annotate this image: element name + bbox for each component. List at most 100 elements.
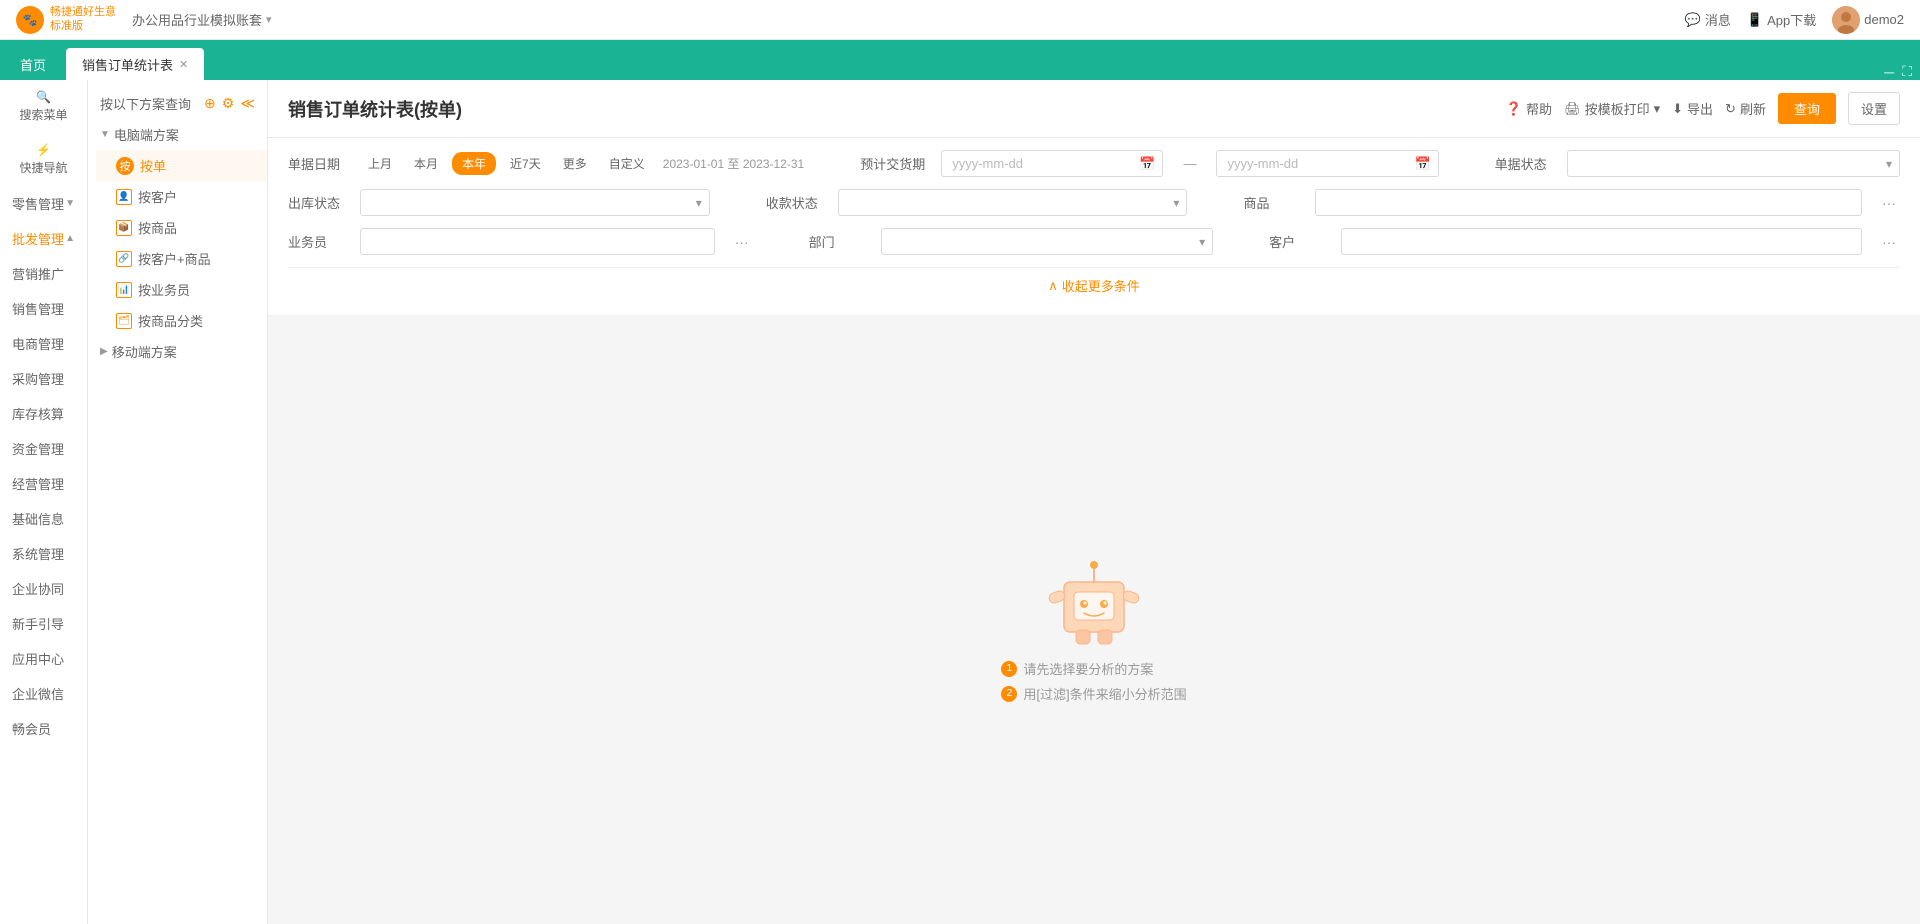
tab-bar: 首页 销售订单统计表 ✕ ─ ⛶	[0, 40, 1920, 80]
tree-item-by-customer[interactable]: 👤 按客户	[96, 181, 267, 212]
main-layout: 🔍 搜索菜单 ⚡ 快捷导航 零售管理 批发管理 营销推广 销售管理 电商管理 采…	[0, 80, 1920, 924]
date-btn-last7[interactable]: 近7天	[502, 152, 549, 175]
dept-select[interactable]	[881, 228, 1214, 255]
tree-mobile-section[interactable]: ▶ 移动端方案	[88, 336, 267, 367]
page-title: 销售订单统计表(按单)	[288, 96, 462, 134]
date-btn-last-month[interactable]: 上月	[360, 152, 400, 175]
breadcrumb-area: 办公用品行业模拟账套 ▾	[132, 10, 272, 29]
goods-more-icon[interactable]: ···	[1878, 195, 1900, 211]
empty-illustration	[1034, 537, 1154, 647]
hint-num-2: 2	[1001, 686, 1017, 702]
tree-pc-section[interactable]: ▼ 电脑端方案	[88, 119, 267, 150]
sidebar-item-purchase[interactable]: 采购管理	[0, 361, 87, 396]
ship-status-label: 出库状态	[288, 193, 344, 212]
left-panel: 按以下方案查询 ⊕ ⚙ ≪ ▼ 电脑端方案 按 按单 👤 按客户	[88, 80, 268, 924]
tab-close-icon[interactable]: ✕	[179, 58, 188, 71]
customer-input[interactable]	[1341, 228, 1862, 255]
top-bar: 🐾 畅捷通好生意 标准版 办公用品行业模拟账套 ▾ 💬 消息 📱 App下载 d…	[0, 0, 1920, 40]
tree-item-icon-cust-goods: 🔗	[116, 251, 132, 267]
quick-nav-icon: ⚡	[36, 143, 51, 157]
tab-maximize-btn[interactable]: ⛶	[1902, 63, 1912, 80]
tab-right-controls: ─ ⛶	[1884, 63, 1920, 80]
collapse-filter-btn[interactable]: ∧ 收起更多条件	[288, 267, 1900, 303]
sidebar-item-basic[interactable]: 基础信息	[0, 501, 87, 536]
sidebar-item-apps[interactable]: 应用中心	[0, 641, 87, 676]
receipt-status-select[interactable]	[838, 189, 1188, 216]
settings-scheme-icon[interactable]: ⚙	[222, 95, 235, 112]
app-download-btn[interactable]: 📱 App下载	[1747, 10, 1816, 29]
tree-item-by-salesperson[interactable]: 📊 按业务员	[96, 274, 267, 305]
sidebar-item-wechat[interactable]: 企业微信	[0, 676, 87, 711]
help-btn[interactable]: ❓ 帮助	[1506, 99, 1552, 118]
query-btn[interactable]: 查询	[1778, 93, 1836, 124]
dept-label: 部门	[809, 232, 865, 251]
logo-text: 畅捷通好生意 标准版	[50, 6, 116, 32]
logo-icon: 🐾	[16, 6, 44, 34]
dept-select-wrap	[881, 228, 1214, 255]
left-panel-actions: ⊕ ⚙ ≪	[204, 95, 255, 112]
tree-item-by-cust-goods[interactable]: 🔗 按客户+商品	[96, 243, 267, 274]
forecast-date-start[interactable]	[941, 150, 1163, 177]
tab-minimize-btn[interactable]: ─	[1884, 64, 1894, 80]
message-icon: 💬	[1685, 12, 1701, 28]
ship-status-select[interactable]	[360, 189, 710, 216]
filter-row-2: 出库状态 收款状态 商品 ···	[288, 189, 1900, 216]
goods-input[interactable]	[1315, 189, 1862, 216]
tree-item-by-goods-cat[interactable]: 🗂 按商品分类	[96, 305, 267, 336]
user-area[interactable]: demo2	[1832, 6, 1904, 34]
receipt-status-label: 收款状态	[766, 193, 822, 212]
export-icon: ⬇	[1672, 101, 1683, 117]
message-btn[interactable]: 💬 消息	[1685, 10, 1731, 29]
filter-panel: 单据日期 上月 本月 本年 近7天 更多 自定义 2023-01-01 至 20…	[268, 138, 1920, 316]
print-icon: 🖨	[1564, 101, 1581, 117]
date-btn-custom[interactable]: 自定义	[601, 152, 653, 175]
page-header-actions: ❓ 帮助 🖨 按模板打印 ▾ ⬇ 导出 ↻ 刷新	[1506, 92, 1900, 137]
receipt-status-select-wrap	[838, 189, 1188, 216]
search-icon: 🔍	[36, 90, 51, 104]
sidebar-item-newbie[interactable]: 新手引导	[0, 606, 87, 641]
sidebar-item-wholesale[interactable]: 批发管理	[0, 221, 87, 256]
tree-item-by-goods[interactable]: 📦 按商品	[96, 212, 267, 243]
help-icon: ❓	[1506, 101, 1522, 117]
date-btn-this-month[interactable]: 本月	[406, 152, 446, 175]
sidebar-item-system[interactable]: 系统管理	[0, 536, 87, 571]
sidebar-item-member[interactable]: 畅会员	[0, 711, 87, 746]
forecast-date-start-wrap: 📅	[941, 150, 1163, 177]
print-dropdown-icon: ▾	[1654, 101, 1661, 117]
sidebar-item-operations[interactable]: 经营管理	[0, 466, 87, 501]
inner-content: 销售订单统计表(按单) ❓ 帮助 🖨 按模板打印 ▾ ⬇ 导出	[268, 80, 1920, 924]
goods-label: 商品	[1243, 193, 1299, 212]
top-bar-right: 💬 消息 📱 App下载 demo2	[1685, 6, 1904, 34]
forecast-date-label: 预计交货期	[860, 154, 925, 173]
sidebar-item-retail[interactable]: 零售管理	[0, 186, 87, 221]
date-separator: —	[1179, 156, 1200, 171]
full-content: 按以下方案查询 ⊕ ⚙ ≪ ▼ 电脑端方案 按 按单 👤 按客户	[88, 80, 1920, 924]
refresh-btn[interactable]: ↻ 刷新	[1725, 99, 1766, 118]
sidebar-item-corp[interactable]: 企业协同	[0, 571, 87, 606]
collapse-scheme-icon[interactable]: ≪	[240, 95, 255, 112]
tree-item-by-order[interactable]: 按 按单	[96, 150, 267, 181]
sidebar-quick-nav[interactable]: ⚡ 快捷导航	[0, 133, 87, 186]
salesperson-more-icon[interactable]: ···	[731, 234, 753, 250]
salesperson-input[interactable]	[360, 228, 715, 255]
date-btn-this-year[interactable]: 本年	[452, 152, 496, 175]
bill-status-select[interactable]	[1567, 150, 1900, 177]
tab-order-stats[interactable]: 销售订单统计表 ✕	[66, 48, 204, 80]
forecast-date-end[interactable]	[1216, 150, 1438, 177]
tab-home[interactable]: 首页	[4, 48, 62, 80]
print-template-btn[interactable]: 🖨 按模板打印 ▾	[1564, 99, 1660, 118]
sidebar-item-marketing[interactable]: 营销推广	[0, 256, 87, 291]
customer-more-icon[interactable]: ···	[1878, 234, 1900, 250]
date-btn-more[interactable]: 更多	[555, 152, 595, 175]
add-scheme-icon[interactable]: ⊕	[204, 95, 216, 112]
date-range-display: 2023-01-01 至 2023-12-31	[663, 155, 804, 172]
sidebar-item-finance[interactable]: 资金管理	[0, 431, 87, 466]
sidebar-search[interactable]: 🔍 搜索菜单	[0, 80, 87, 133]
sidebar-item-sales[interactable]: 销售管理	[0, 291, 87, 326]
settings-btn[interactable]: 设置	[1848, 92, 1900, 125]
sidebar-item-ecommerce[interactable]: 电商管理	[0, 326, 87, 361]
empty-hint-2: 2 用[过滤]条件来缩小分析范围	[1001, 684, 1186, 703]
export-btn[interactable]: ⬇ 导出	[1672, 99, 1713, 118]
forecast-date-end-wrap: 📅	[1216, 150, 1438, 177]
sidebar-item-inventory[interactable]: 库存核算	[0, 396, 87, 431]
